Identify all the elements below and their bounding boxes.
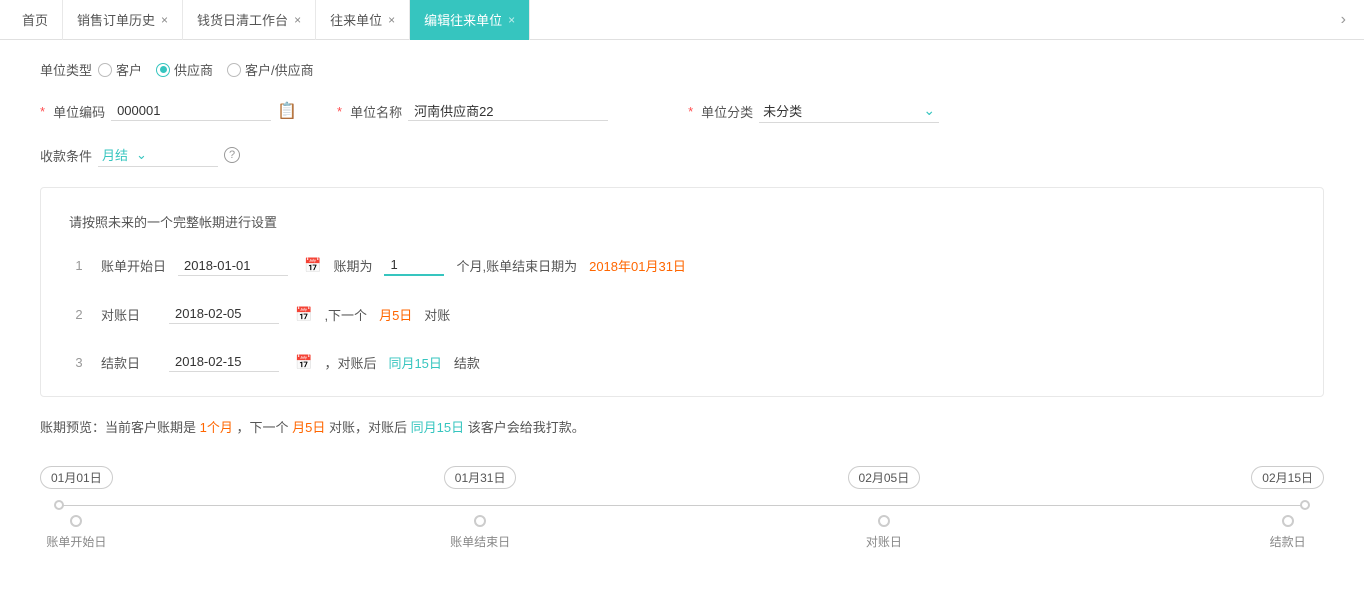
- close-tab-sales-history[interactable]: ×: [161, 13, 168, 27]
- start-date-calendar-icon[interactable]: 📅: [304, 257, 321, 274]
- unit-code-input[interactable]: [111, 101, 271, 121]
- unit-name-input[interactable]: [408, 101, 608, 121]
- period-row-1: 1 账单开始日 📅 账期为 个月,账单结束日期为 2018年01月31日: [69, 255, 1295, 276]
- payment-label: 收款条件: [40, 146, 92, 165]
- payment-select[interactable]: 月结 ⌄: [98, 143, 218, 167]
- radio-customer-supplier[interactable]: 客户/供应商: [227, 60, 314, 79]
- timeline-label-3: 02月05日: [848, 466, 921, 489]
- period-label-reconcile: 对账日: [101, 305, 157, 324]
- tab-cash-work[interactable]: 钱货日清工作台 ×: [183, 0, 316, 40]
- radio-supplier[interactable]: 供应商: [156, 60, 213, 79]
- period-num-3: 3: [69, 355, 89, 370]
- tab-sales-history[interactable]: 销售订单历史 ×: [63, 0, 183, 40]
- preview-text: 账期预览：当前客户账期是 1个月 ，下一个 月5日 对账，对账后 同月15日 该…: [40, 417, 1324, 436]
- preview-day2: 同月15日: [411, 420, 464, 435]
- timeline-item-1: 01月01日 账单开始日: [40, 466, 113, 550]
- radio-customer-circle: [98, 63, 112, 77]
- period-desc-prefix-3: ，对账后: [324, 353, 376, 372]
- period-desc-suffix-1: 个月,账单结束日期为: [456, 256, 577, 275]
- unit-code-label: 单位编码: [53, 102, 105, 121]
- main-content: 单位类型 客户 供应商 客户/供应商 * 单位编码: [0, 40, 1364, 608]
- timeline-dot-2: [474, 515, 486, 527]
- close-tab-cash-work[interactable]: ×: [294, 13, 301, 27]
- category-dropdown-icon: ⌄: [923, 102, 935, 119]
- timeline-item-3: 02月05日 对账日: [848, 466, 921, 550]
- tab-edit-partner[interactable]: 编辑往来单位 ×: [410, 0, 530, 40]
- close-tab-edit-partner[interactable]: ×: [508, 13, 515, 27]
- timeline-items: 01月01日 账单开始日 01月31日 账单结束日 02月05日 对账日: [40, 466, 1324, 550]
- copy-icon[interactable]: 📋: [277, 101, 297, 121]
- payment-value: 月结: [102, 145, 128, 164]
- timeline-item-2: 01月31日 账单结束日: [444, 466, 517, 550]
- period-num-1: 1: [69, 258, 89, 273]
- unit-type-radio-group: 客户 供应商 客户/供应商: [98, 60, 314, 79]
- tab-bar: 首页 销售订单历史 × 钱货日清工作台 × 往来单位 × 编辑往来单位 × ›: [0, 0, 1364, 40]
- period-desc-prefix-1: 账期为: [333, 256, 372, 275]
- month-input[interactable]: [384, 255, 444, 276]
- settle-date-calendar-icon[interactable]: 📅: [295, 354, 312, 371]
- period-desc-prefix-2: ,下一个: [324, 305, 367, 324]
- radio-customer[interactable]: 客户: [98, 60, 142, 79]
- period-desc-suffix-3: 结款: [454, 353, 480, 372]
- timeline-label-1: 01月01日: [40, 466, 113, 489]
- timeline-sublabel-2: 账单结束日: [450, 533, 510, 550]
- payment-group: 收款条件 月结 ⌄ ?: [40, 143, 240, 167]
- unit-info-row: * 单位编码 📋 * 单位名称 * 单位分类 未分类 ⌄: [40, 99, 1324, 123]
- tab-partner[interactable]: 往来单位 ×: [316, 0, 410, 40]
- unit-category-group: * 单位分类 未分类 ⌄: [688, 99, 939, 123]
- payment-row: 收款条件 月结 ⌄ ?: [40, 143, 1324, 167]
- section-title: 请按照未来的一个完整帐期进行设置: [69, 212, 1295, 231]
- unit-type-row: 单位类型 客户 供应商 客户/供应商: [40, 60, 1324, 79]
- unit-name-label: 单位名称: [350, 102, 402, 121]
- period-num-2: 2: [69, 307, 89, 322]
- unit-category-select[interactable]: 未分类 ⌄: [759, 99, 939, 123]
- timeline-sublabel-3: 对账日: [866, 533, 902, 550]
- timeline-dot-3: [878, 515, 890, 527]
- tab-more-button[interactable]: ›: [1331, 11, 1356, 29]
- radio-customer-supplier-circle: [227, 63, 241, 77]
- tab-home[interactable]: 首页: [8, 0, 63, 40]
- unit-type-group: 单位类型 客户 供应商 客户/供应商: [40, 60, 314, 79]
- timeline-item-4: 02月15日 结款日: [1251, 466, 1324, 550]
- timeline: 01月01日 账单开始日 01月31日 账单结束日 02月05日 对账日: [40, 456, 1324, 570]
- period-label-start: 账单开始日: [101, 256, 166, 275]
- timeline-dot-1: [70, 515, 82, 527]
- end-date-highlight: 2018年01月31日: [589, 256, 686, 275]
- timeline-label-2: 01月31日: [444, 466, 517, 489]
- radio-supplier-circle: [156, 63, 170, 77]
- reconcile-day-highlight: 月5日: [379, 305, 412, 324]
- timeline-sublabel-1: 账单开始日: [46, 533, 106, 550]
- unit-category-label: 单位分类: [701, 102, 753, 121]
- settle-date-input[interactable]: [169, 352, 279, 372]
- settle-day-highlight: 同月15日: [388, 353, 441, 372]
- period-row-2: 2 对账日 📅 ,下一个 月5日 对账: [69, 304, 1295, 324]
- period-section: 请按照未来的一个完整帐期进行设置 1 账单开始日 📅 账期为 个月,账单结束日期…: [40, 187, 1324, 397]
- unit-type-label: 单位类型: [40, 60, 92, 79]
- close-tab-partner[interactable]: ×: [388, 13, 395, 27]
- start-date-input[interactable]: [178, 256, 288, 276]
- period-label-settle: 结款日: [101, 353, 157, 372]
- unit-code-group: * 单位编码 📋: [40, 101, 297, 121]
- unit-name-group: * 单位名称: [337, 101, 608, 121]
- reconcile-date-input[interactable]: [169, 304, 279, 324]
- period-desc-suffix-2: 对账: [424, 305, 450, 324]
- timeline-dot-4: [1282, 515, 1294, 527]
- timeline-sublabel-4: 结款日: [1270, 533, 1306, 550]
- unit-category-value: 未分类: [763, 101, 923, 120]
- timeline-label-4: 02月15日: [1251, 466, 1324, 489]
- help-icon[interactable]: ?: [224, 147, 240, 163]
- period-row-3: 3 结款日 📅 ，对账后 同月15日 结款: [69, 352, 1295, 372]
- preview-day1: 月5日: [292, 420, 325, 435]
- preview-month: 1个月: [200, 420, 233, 435]
- payment-dropdown-icon: ⌄: [136, 147, 147, 163]
- reconcile-date-calendar-icon[interactable]: 📅: [295, 306, 312, 323]
